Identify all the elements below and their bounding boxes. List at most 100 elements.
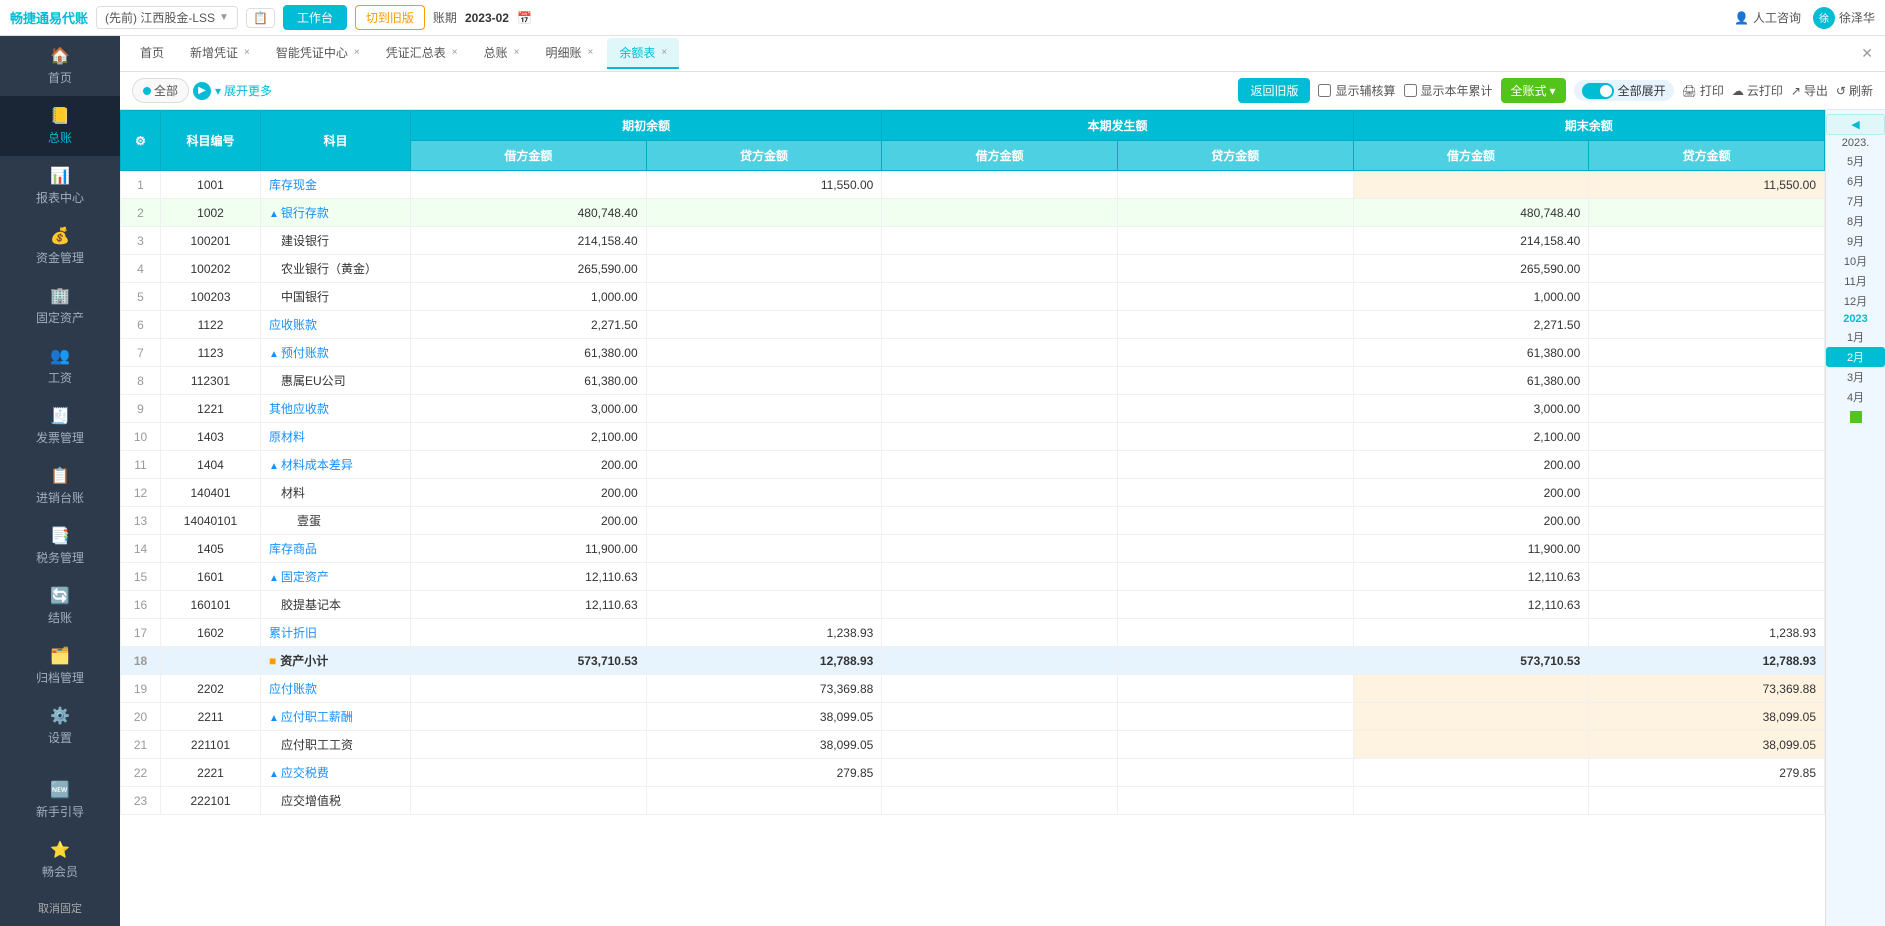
- sidebar-item-tax[interactable]: 📑 税务管理: [0, 516, 120, 576]
- month-7[interactable]: 7月: [1826, 191, 1885, 211]
- row-name-link[interactable]: 应交税费: [281, 766, 329, 780]
- table-row: 12 140401 材料 200.00 200.00: [121, 479, 1825, 507]
- month-9[interactable]: 9月: [1826, 231, 1885, 251]
- auxiliary-checkbox[interactable]: [1318, 84, 1331, 97]
- workbench-button[interactable]: 工作台: [283, 5, 347, 30]
- month-8[interactable]: 8月: [1826, 211, 1885, 231]
- tab-add-voucher[interactable]: 新增凭证 ×: [178, 38, 262, 69]
- year-2023[interactable]: 2023: [1839, 311, 1871, 327]
- tab-home[interactable]: 首页: [128, 38, 176, 69]
- sidebar-item-invoice[interactable]: 🧾 发票管理: [0, 396, 120, 456]
- year-2023-prev[interactable]: 2023.: [1838, 135, 1874, 151]
- month-4[interactable]: 4月: [1826, 387, 1885, 407]
- month-1[interactable]: 1月: [1826, 327, 1885, 347]
- row-expand-icon[interactable]: ▲: [269, 769, 279, 780]
- sidebar-item-archive[interactable]: 🗂️ 归档管理: [0, 636, 120, 696]
- expand-all-toggle[interactable]: 全部展开: [1574, 80, 1674, 101]
- sidebar-item-capital[interactable]: 💰 资金管理: [0, 216, 120, 276]
- sidebar-item-home[interactable]: 🏠 首页: [0, 36, 120, 96]
- sidebar-item-ledger[interactable]: 📒 总账: [0, 96, 120, 156]
- tab-voucher-summary-close[interactable]: ×: [452, 47, 458, 58]
- tab-smart-voucher[interactable]: 智能凭证中心 ×: [264, 38, 372, 69]
- sidebar-item-salary[interactable]: 👥 工资: [0, 336, 120, 396]
- cloud-print-button[interactable]: ☁ 云打印: [1732, 82, 1783, 99]
- consult-btn[interactable]: 👤 人工咨询: [1734, 9, 1801, 26]
- row-name-link[interactable]: 累计折旧: [269, 626, 317, 640]
- begin-credit: [646, 395, 882, 423]
- row-name-link[interactable]: 应付职工薪酬: [281, 710, 353, 724]
- tab-detail-ledger[interactable]: 明细账 ×: [533, 38, 605, 69]
- expand-more-button[interactable]: ▾ 展开更多: [215, 82, 272, 99]
- toggle-switch[interactable]: [1582, 83, 1614, 99]
- sidebar-item-guide[interactable]: 🆕 新手引导: [0, 770, 120, 830]
- row-expand-icon[interactable]: ▲: [269, 713, 279, 724]
- row-expand-icon[interactable]: ▲: [269, 349, 279, 360]
- row-expand-icon[interactable]: ▲: [269, 573, 279, 584]
- row-name-link[interactable]: 库存现金: [269, 178, 317, 192]
- sidebar-item-assets[interactable]: 🏢 固定资产: [0, 276, 120, 336]
- sidebar-item-purchase[interactable]: 📋 进销台账: [0, 456, 120, 516]
- row-seq: 17: [121, 619, 161, 647]
- cur-debit: [882, 311, 1118, 339]
- table-row: 16 160101 胶提基记本 12,110.63 12,110.63: [121, 591, 1825, 619]
- row-expand-icon[interactable]: ▲: [269, 461, 279, 472]
- settlement-icon: 🔄: [50, 586, 70, 606]
- tab-smart-voucher-close[interactable]: ×: [354, 47, 360, 58]
- cancel-fixed-button[interactable]: 取消固定: [0, 890, 120, 926]
- row-name-link[interactable]: 应收账款: [269, 318, 317, 332]
- user-info[interactable]: 徐 徐泽华: [1813, 7, 1875, 29]
- copy-button[interactable]: 📋: [246, 8, 275, 28]
- row-name-link[interactable]: 其他应收款: [269, 402, 329, 416]
- return-old-button[interactable]: 返回旧版: [1238, 78, 1310, 103]
- tab-voucher-summary[interactable]: 凭证汇总表 ×: [374, 38, 470, 69]
- row-seq: 19: [121, 675, 161, 703]
- tab-detail-ledger-close[interactable]: ×: [587, 47, 593, 58]
- print-button[interactable]: 🖨 打印: [1682, 82, 1724, 99]
- tab-balance-sheet-close[interactable]: ×: [661, 47, 667, 58]
- row-name-link[interactable]: 原材料: [269, 430, 305, 444]
- row-name-link[interactable]: 固定资产: [281, 570, 329, 584]
- expand-panel-button[interactable]: ◀: [1826, 114, 1885, 135]
- show-ytd-check[interactable]: 显示本年累计: [1404, 82, 1493, 99]
- end-credit: 38,099.05: [1589, 731, 1825, 759]
- filter-button[interactable]: 全部: [132, 78, 189, 103]
- begin-debit: 2,100.00: [411, 423, 647, 451]
- sidebar-item-member[interactable]: ⭐ 畅会员: [0, 830, 120, 890]
- month-2[interactable]: 2月: [1826, 347, 1885, 367]
- row-name-link[interactable]: 库存商品: [269, 542, 317, 556]
- row-name-link[interactable]: 银行存款: [281, 206, 329, 220]
- settings-header[interactable]: ⚙: [121, 111, 161, 171]
- refresh-button[interactable]: ↺ 刷新: [1836, 82, 1873, 99]
- month-6[interactable]: 6月: [1826, 171, 1885, 191]
- right-panel: ◀ 2023. 5月 6月 7月 8月 9月 10月 11月 12月 2023 …: [1825, 110, 1885, 926]
- close-all-tabs-button[interactable]: ✕: [1857, 41, 1877, 66]
- calendar-icon[interactable]: 📅: [517, 11, 532, 25]
- cur-credit: [1117, 171, 1353, 199]
- company-selector[interactable]: (先前) 江西股金-LSS ▼: [96, 6, 238, 29]
- row-name-link[interactable]: 预付账款: [281, 346, 329, 360]
- cur-debit: [882, 367, 1118, 395]
- month-3[interactable]: 3月: [1826, 367, 1885, 387]
- row-name-link[interactable]: 应付账款: [269, 682, 317, 696]
- month-10[interactable]: 10月: [1826, 251, 1885, 271]
- sidebar-item-reports[interactable]: 📊 报表中心: [0, 156, 120, 216]
- row-expand-icon[interactable]: ▲: [269, 209, 279, 220]
- export-button[interactable]: ↗ 导出: [1791, 82, 1828, 99]
- sidebar-item-settlement[interactable]: 🔄 结账: [0, 576, 120, 636]
- ytd-checkbox[interactable]: [1404, 84, 1417, 97]
- tab-add-voucher-close[interactable]: ×: [244, 47, 250, 58]
- switch-old-button[interactable]: 切到旧版: [355, 5, 425, 30]
- filter-arrow[interactable]: ▶: [193, 82, 211, 100]
- member-icon: ⭐: [50, 840, 70, 860]
- month-12[interactable]: 12月: [1826, 291, 1885, 311]
- month-5[interactable]: 5月: [1826, 151, 1885, 171]
- tab-general-ledger[interactable]: 总账 ×: [472, 38, 532, 69]
- row-name-link[interactable]: 材料成本差异: [281, 458, 353, 472]
- tab-balance-sheet[interactable]: 余额表 ×: [607, 38, 679, 69]
- row-seq: 2: [121, 199, 161, 227]
- sidebar-item-settings[interactable]: ⚙️ 设置: [0, 696, 120, 756]
- style-button[interactable]: 全账式 ▾: [1501, 78, 1566, 103]
- month-11[interactable]: 11月: [1826, 271, 1885, 291]
- show-auxiliary-check[interactable]: 显示辅核算: [1318, 82, 1395, 99]
- tab-general-ledger-close[interactable]: ×: [514, 47, 520, 58]
